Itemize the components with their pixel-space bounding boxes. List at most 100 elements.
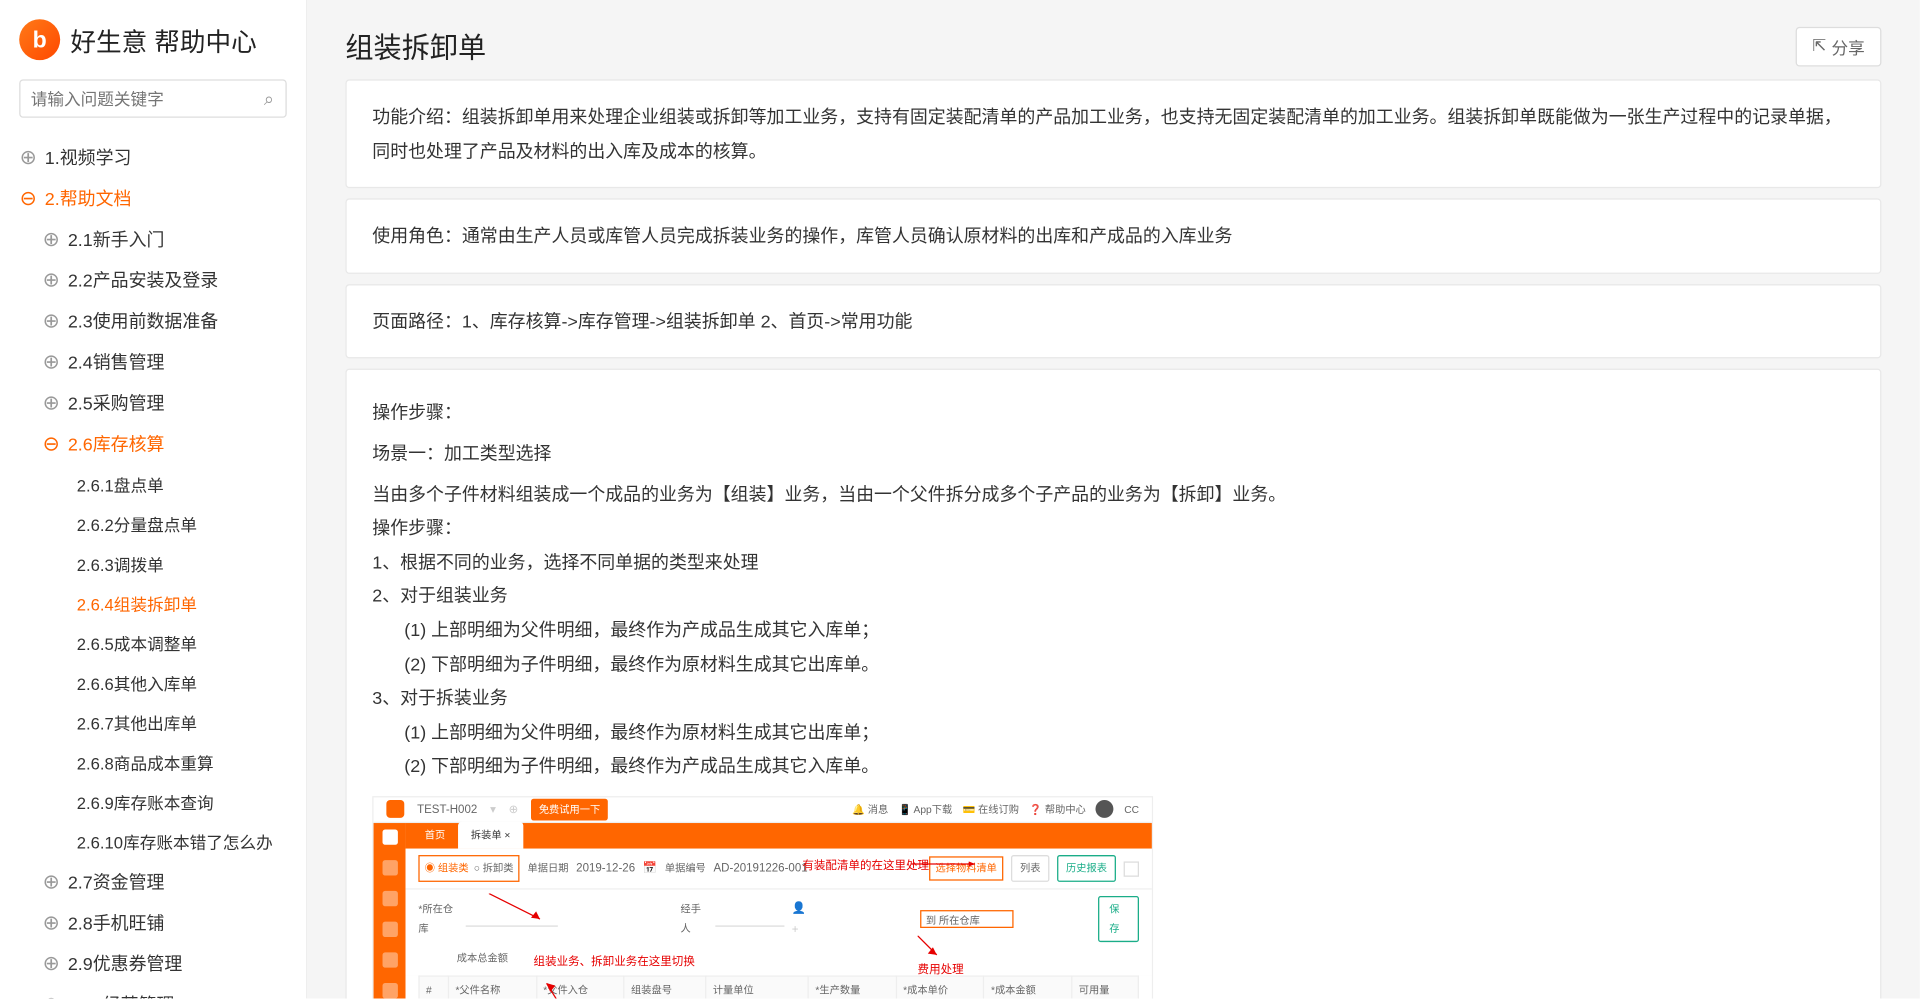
- path-text: 1、库存核算->库存管理->组装拆卸单 2、首页->常用功能: [462, 311, 913, 331]
- illus-msg: 消息: [868, 804, 888, 816]
- scene1-desc: 当由多个子件材料组装成一个成品的业务为【组装】业务，当由一个父件拆分成多个子产品…: [372, 477, 1854, 511]
- share-label: 分享: [1832, 34, 1865, 58]
- nav-2-5[interactable]: ⊕ 2.5采购管理: [19, 383, 306, 424]
- nav-label: 2.6.10库存账本错了怎么办: [77, 829, 273, 853]
- plus-icon: ⊕: [42, 955, 60, 973]
- nav-2-10[interactable]: ⊕ 2.10经营管理: [19, 984, 306, 998]
- role-card: 使用角色：通常由生产人员或库管人员完成拆装业务的操作，库管人员确认原材料的出库和…: [346, 199, 1882, 274]
- sidebar: b 好生意 帮助中心 ⌕ ⊕1.视频学习 ⊖2.帮助文档 ⊕2.1新手入门 ⊕2…: [0, 0, 307, 998]
- step1: 1、根据不同的业务，选择不同单据的类型来处理: [372, 545, 1854, 579]
- step2: 2、对于组装业务: [372, 579, 1854, 613]
- illus-order: 在线订购: [978, 804, 1019, 816]
- nav-2-6[interactable]: ⊖ 2.6库存核算: [19, 424, 306, 465]
- nav-docs[interactable]: ⊖2.帮助文档: [19, 178, 306, 219]
- main-content: 组装拆卸单 ⇱分享 功能介绍：组装拆卸单用来处理企业组装或拆卸等加工业务，支持有…: [307, 0, 1920, 998]
- nav-label: 1.视频学习: [45, 145, 132, 171]
- illus-parent-table: #*父件名称*父件入仓组装盘号计量单位*生产数量*成本单价*成本金额可用量 1布…: [419, 975, 1140, 998]
- nav-label: 2.6.9库存账本查询: [77, 790, 214, 814]
- nav-video[interactable]: ⊕ 1.视频学习: [19, 137, 306, 178]
- nav-label: 2.8手机旺铺: [68, 910, 165, 936]
- illus-tab-form: 拆装单 ×: [458, 821, 523, 848]
- nav-label: 2.6.1盘点单: [77, 472, 164, 496]
- search-icon[interactable]: ⌕: [264, 88, 274, 110]
- nav-label: 2.10经营管理: [68, 992, 175, 998]
- logo-icon: b: [19, 19, 60, 60]
- illus-radio-group: ◉ 组装类 ○ 拆卸类: [419, 855, 521, 882]
- logo-text: 好生意 帮助中心: [70, 21, 256, 58]
- nav-2-2[interactable]: ⊕ 2.2产品安装及登录: [19, 260, 306, 301]
- nav-2-6-1[interactable]: 2.6.1盘点单: [19, 465, 306, 505]
- plus-icon: ⊕: [42, 271, 60, 289]
- role-text: 通常由生产人员或库管人员完成拆装业务的操作，库管人员确认原材料的出库和产成品的入…: [462, 226, 1233, 246]
- minus-icon: ⊖: [42, 435, 60, 453]
- nav-label: 2.6.3调拨单: [77, 552, 164, 576]
- nav-2-6-2[interactable]: 2.6.2分量盘点单: [19, 504, 306, 544]
- intro-card: 功能介绍：组装拆卸单用来处理企业组装或拆卸等加工业务，支持有固定装配清单的产品加…: [346, 79, 1882, 188]
- step3: 3、对于拆装业务: [372, 681, 1854, 715]
- step2-2: (2) 下部明细为子件明细，最终作为原材料生成其它出库单。: [372, 647, 1854, 681]
- nav-2-6-8[interactable]: 2.6.8商品成本重算: [19, 742, 306, 782]
- plus-icon: ⊕: [42, 996, 60, 999]
- logo-row: b 好生意 帮助中心: [19, 19, 306, 60]
- nav-label: 2.3使用前数据准备: [68, 308, 218, 334]
- steps-card: 操作步骤： 场景一：加工类型选择 当由多个子件材料组装成一个成品的业务为【组装】…: [346, 369, 1882, 998]
- nav-label: 2.6库存核算: [68, 431, 165, 457]
- plus-icon: ⊕: [42, 873, 60, 891]
- role-label: 使用角色：: [372, 226, 462, 246]
- plus-icon: ⊕: [42, 914, 60, 932]
- steps-label: 操作步骤：: [372, 396, 1854, 430]
- illus-help: 帮助中心: [1045, 804, 1086, 816]
- nav-label: 2.6.6其他入库单: [77, 671, 197, 695]
- nav-2-6-9[interactable]: 2.6.9库存账本查询: [19, 782, 306, 822]
- nav-2-6-5[interactable]: 2.6.5成本调整单: [19, 623, 306, 663]
- nav-label: 2.2产品安装及登录: [68, 268, 218, 294]
- illus-red-note1: 有装配清单的在这里处理: [803, 855, 930, 877]
- illus-user: CC: [1124, 800, 1139, 819]
- plus-icon: ⊕: [42, 353, 60, 371]
- step3-1: (1) 上部明细为父件明细，最终作为原材料生成其它出库单；: [372, 715, 1854, 749]
- screenshot-illustration: TEST-H002 ▾ ⊕ 免费试用一下 🔔 消息 📱 App下载 💳 在线订购…: [372, 796, 1153, 998]
- nav-2-6-4[interactable]: 2.6.4组装拆卸单: [19, 584, 306, 624]
- illus-tabs: 首页 拆装单 ×: [406, 823, 1152, 849]
- nav-2-9[interactable]: ⊕2.9优惠券管理: [19, 943, 306, 984]
- nav-2-6-7[interactable]: 2.6.7其他出库单: [19, 703, 306, 743]
- nav-label: 2.6.2分量盘点单: [77, 512, 197, 536]
- illus-red-note2: 组装业务、拆卸业务在这里切换: [534, 952, 695, 974]
- plus-icon: ⊕: [42, 312, 60, 330]
- nav-2-7[interactable]: ⊕ 2.7资金管理: [19, 861, 306, 902]
- illus-red-note3: 费用处理: [918, 959, 964, 981]
- illus-trial-btn: 免费试用一下: [531, 798, 608, 820]
- illus-to-wh: 到 所在仓库: [921, 910, 1014, 928]
- share-button[interactable]: ⇱分享: [1796, 26, 1882, 66]
- nav-2-6-3[interactable]: 2.6.3调拨单: [19, 544, 306, 584]
- share-icon: ⇱: [1813, 36, 1827, 56]
- page-title: 组装拆卸单: [346, 26, 487, 67]
- nav-label: 2.7资金管理: [68, 869, 165, 895]
- nav-2-8[interactable]: ⊕ 2.8手机旺铺: [19, 902, 306, 943]
- intro-text: 组装拆卸单用来处理企业组装或拆卸等加工业务，支持有固定装配清单的产品加工业务，也…: [372, 106, 1841, 161]
- nav-label: 2.6.8商品成本重算: [77, 750, 214, 774]
- plus-icon: ⊕: [42, 394, 60, 412]
- nav-2-4[interactable]: ⊕2.4销售管理: [19, 342, 306, 383]
- nav-label: 2.6.4组装拆卸单: [77, 591, 197, 615]
- nav-2-6-6[interactable]: 2.6.6其他入库单: [19, 663, 306, 703]
- nav-label: 2.5采购管理: [68, 390, 165, 416]
- step2-1: (1) 上部明细为父件明细，最终作为产成品生成其它入库单；: [372, 613, 1854, 647]
- illus-logo-icon: [387, 801, 405, 819]
- nav-label: 2.6.5成本调整单: [77, 631, 197, 655]
- path-label: 页面路径：: [372, 311, 462, 331]
- nav-2-3[interactable]: ⊕ 2.3使用前数据准备: [19, 301, 306, 342]
- nav-2-6-10[interactable]: 2.6.10库存账本错了怎么办: [19, 822, 306, 862]
- nav-2-1[interactable]: ⊕ 2.1新手入门: [19, 219, 306, 260]
- illus-sidebar: [374, 823, 406, 998]
- steps2-label: 操作步骤：: [372, 511, 1854, 545]
- plus-icon: ⊕: [19, 148, 37, 166]
- search-wrap: ⌕: [19, 79, 306, 117]
- search-input[interactable]: [19, 79, 287, 117]
- title-row: 组装拆卸单 ⇱分享: [346, 26, 1882, 67]
- illus-app: App下载: [914, 804, 953, 816]
- path-card: 页面路径：1、库存核算->库存管理->组装拆卸单 2、首页->常用功能: [346, 284, 1882, 359]
- plus-icon: ⊕: [42, 230, 60, 248]
- nav-label: 2.帮助文档: [45, 186, 132, 212]
- nav-label: 2.1新手入门: [68, 227, 165, 253]
